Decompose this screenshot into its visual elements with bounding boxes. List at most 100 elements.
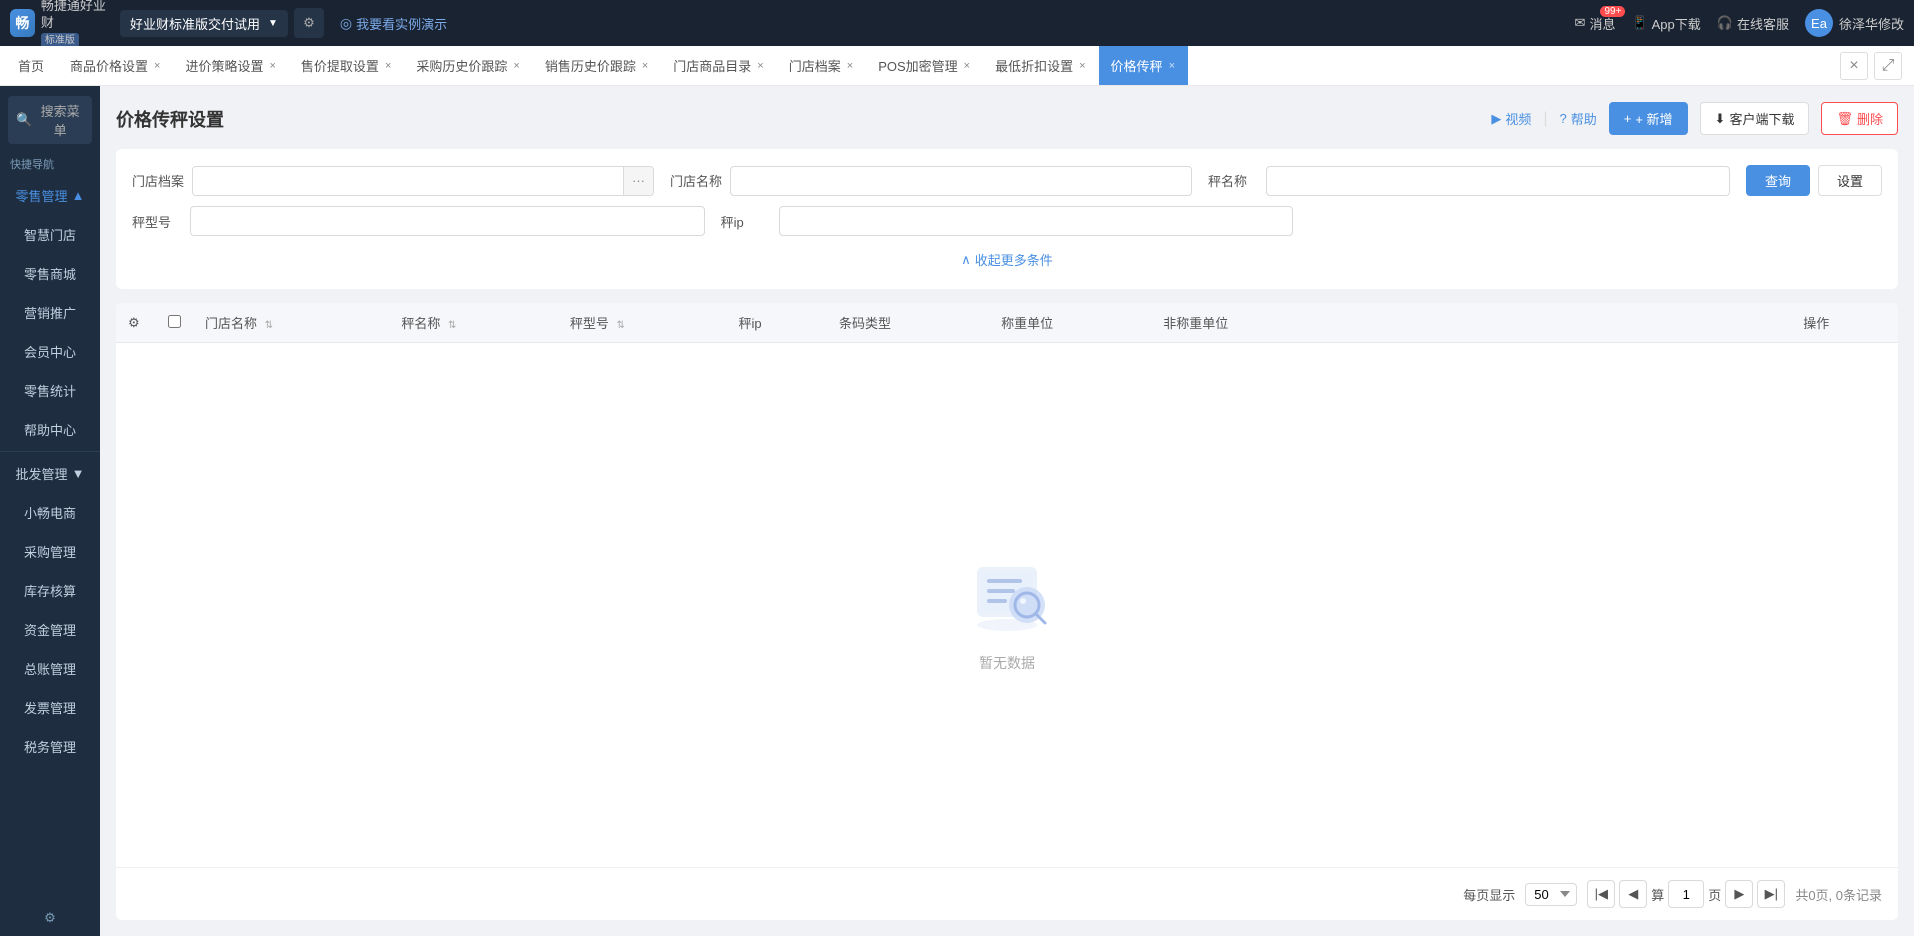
demo-link[interactable]: ◎ 我要看实例演示 xyxy=(340,14,447,33)
tab-min-discount[interactable]: 最低折扣设置 × xyxy=(983,46,1098,85)
sidebar-item-invoice[interactable]: 发票管理 xyxy=(0,688,100,727)
page-label2: 页 xyxy=(1708,885,1721,904)
sidebar-item-retail-manage[interactable]: 零售管理 ▲ xyxy=(0,176,100,215)
delete-button[interactable]: 🗑 删除 xyxy=(1821,102,1898,135)
dropdown-arrow-icon: ▼ xyxy=(268,18,278,29)
tab-close-icon[interactable]: × xyxy=(154,60,160,72)
app-name: 畅捷通好业财 xyxy=(41,0,110,31)
sidebar-item-purchase-manage[interactable]: 采购管理 xyxy=(0,532,100,571)
main-container: 🔍 搜索菜单 快捷导航 零售管理 ▲ 智慧门店 零售商城 营销推广 会员中心 零… xyxy=(0,86,1914,936)
store-archive-input[interactable] xyxy=(193,167,623,195)
sidebar-item-help-center[interactable]: 帮助中心 xyxy=(0,410,100,449)
sidebar-search-area[interactable]: 🔍 搜索菜单 xyxy=(0,86,100,150)
last-page-button[interactable]: ▶| xyxy=(1757,880,1785,908)
tab-close-icon[interactable]: × xyxy=(757,60,763,72)
sidebar-item-finance[interactable]: 资金管理 xyxy=(0,610,100,649)
scale-model-input[interactable] xyxy=(190,206,705,236)
tab-close-icon[interactable]: × xyxy=(385,60,391,72)
tab-bar-controls: × ⤢ xyxy=(1840,52,1910,80)
sort-icon: ⇅ xyxy=(265,320,273,331)
sidebar: 🔍 搜索菜单 快捷导航 零售管理 ▲ 智慧门店 零售商城 营销推广 会员中心 零… xyxy=(0,86,100,936)
play-icon: ▶ xyxy=(1491,111,1501,127)
online-service-button[interactable]: 🎧 在线客服 xyxy=(1717,14,1789,33)
scale-ip-input[interactable] xyxy=(779,206,1294,236)
store-archive-field: 门店档案 ··· xyxy=(132,166,654,196)
sidebar-item-inventory[interactable]: 库存核算 xyxy=(0,571,100,610)
filter-panel: 门店档案 ··· 门店名称 秤名称 xyxy=(116,149,1898,289)
tab-purchase-strategy[interactable]: 进价策略设置 × xyxy=(173,46,288,85)
headset-icon: 🎧 xyxy=(1717,15,1733,31)
store-archive-more-icon[interactable]: ··· xyxy=(623,167,653,195)
page-nav: |◀ ◀ 算 页 ▶ ▶| xyxy=(1587,880,1785,908)
table-col-gear: ⚙ xyxy=(116,303,156,343)
message-button[interactable]: ✉ 消息 99+ xyxy=(1575,14,1616,33)
per-page-label: 每页显示 xyxy=(1463,885,1515,904)
select-all-checkbox[interactable] xyxy=(168,315,181,328)
help-link[interactable]: ? 帮助 xyxy=(1559,109,1596,128)
tab-sale-extract[interactable]: 售价提取设置 × xyxy=(289,46,404,85)
sidebar-item-marketing[interactable]: 营销推广 xyxy=(0,293,100,332)
app-download-button[interactable]: 📱 App下载 xyxy=(1631,14,1700,33)
per-page-select[interactable]: 10 20 50 100 xyxy=(1525,883,1577,906)
prev-page-button[interactable]: ◀ xyxy=(1619,880,1647,908)
sidebar-item-member-center[interactable]: 会员中心 xyxy=(0,332,100,371)
tab-store-archive[interactable]: 门店档案 × xyxy=(777,46,866,85)
first-page-button[interactable]: |◀ xyxy=(1587,880,1615,908)
version-settings-button[interactable]: ⚙ xyxy=(294,8,324,38)
client-download-button[interactable]: ⬇ 客户端下载 xyxy=(1700,102,1810,135)
download-icon: 📱 xyxy=(1631,15,1647,31)
table-col-scale-model[interactable]: 秤型号 ⇅ xyxy=(558,303,727,343)
empty-illustration xyxy=(957,537,1057,637)
table-col-scale-name[interactable]: 秤名称 ⇅ xyxy=(389,303,558,343)
tab-close-icon[interactable]: × xyxy=(513,60,519,72)
tab-home[interactable]: 首页 xyxy=(4,46,58,85)
page-input[interactable] xyxy=(1668,880,1704,908)
version-selector[interactable]: 好业财标准版交付试用 ▼ xyxy=(120,10,288,37)
eye-icon: ◎ xyxy=(340,15,352,32)
user-menu[interactable]: Ea 徐泽华修改 xyxy=(1805,9,1904,37)
table-col-store-name[interactable]: 门店名称 ⇅ xyxy=(193,303,389,343)
tab-close-icon[interactable]: × xyxy=(847,60,853,72)
tab-close-icon[interactable]: × xyxy=(269,60,275,72)
sidebar-item-retail-stats[interactable]: 零售统计 xyxy=(0,371,100,410)
tab-sale-history[interactable]: 销售历史价跟踪 × xyxy=(533,46,661,85)
next-page-button[interactable]: ▶ xyxy=(1725,880,1753,908)
sidebar-item-smart-store[interactable]: 智慧门店 xyxy=(0,215,100,254)
tab-close-icon[interactable]: × xyxy=(964,60,970,72)
table-col-weight-unit: 称重单位 xyxy=(989,303,1151,343)
table-col-non-weight-unit: 非称重单位 xyxy=(1151,303,1791,343)
tab-close-icon[interactable]: × xyxy=(1169,60,1175,72)
empty-text: 暂无数据 xyxy=(979,653,1035,673)
table-col-scale-ip: 秤ip xyxy=(726,303,827,343)
search-button[interactable]: 查询 xyxy=(1746,165,1810,196)
set-button[interactable]: 设置 xyxy=(1818,165,1882,196)
sidebar-item-general-ledger[interactable]: 总账管理 xyxy=(0,649,100,688)
tab-pos-manage[interactable]: POS加密管理 × xyxy=(866,46,983,85)
tab-maximize-button[interactable]: ⤢ xyxy=(1874,52,1902,80)
question-icon: ? xyxy=(1559,111,1566,126)
store-archive-input-wrapper: ··· xyxy=(192,166,654,196)
sidebar-item-xiaochange-ec[interactable]: 小畅电商 xyxy=(0,493,100,532)
download2-icon: ⬇ xyxy=(1715,111,1726,127)
tab-price-scale[interactable]: 价格传秤 × xyxy=(1099,46,1188,85)
tab-close-all-button[interactable]: × xyxy=(1840,52,1868,80)
scale-model-field: 秤型号 xyxy=(132,206,705,236)
video-link[interactable]: ▶ 视频 xyxy=(1491,109,1531,128)
store-archive-label: 门店档案 xyxy=(132,171,184,190)
tab-price-setting[interactable]: 商品价格设置 × xyxy=(58,46,173,85)
store-name-input[interactable] xyxy=(730,166,1192,196)
sidebar-item-wholesale[interactable]: 批发管理 ▼ xyxy=(0,454,100,493)
scale-name-input[interactable] xyxy=(1266,166,1730,196)
scale-model-label: 秤型号 xyxy=(132,212,182,231)
sidebar-item-retail-mall[interactable]: 零售商城 xyxy=(0,254,100,293)
page-actions: ▶ 视频 | ? 帮助 + + 新增 ⬇ 客户端下载 xyxy=(1491,102,1898,135)
gear-icon[interactable]: ⚙ xyxy=(128,315,140,330)
tab-close-icon[interactable]: × xyxy=(1079,60,1085,72)
collapse-button[interactable]: ∧ 收起更多条件 xyxy=(961,246,1053,273)
tab-store-catalog[interactable]: 门店商品目录 × xyxy=(661,46,776,85)
tab-close-icon[interactable]: × xyxy=(642,60,648,72)
add-button[interactable]: + + 新增 xyxy=(1609,102,1688,135)
sidebar-settings-button[interactable]: ⚙ xyxy=(0,900,100,936)
tab-purchase-history[interactable]: 采购历史价跟踪 × xyxy=(404,46,532,85)
sidebar-item-tax[interactable]: 税务管理 xyxy=(0,727,100,766)
